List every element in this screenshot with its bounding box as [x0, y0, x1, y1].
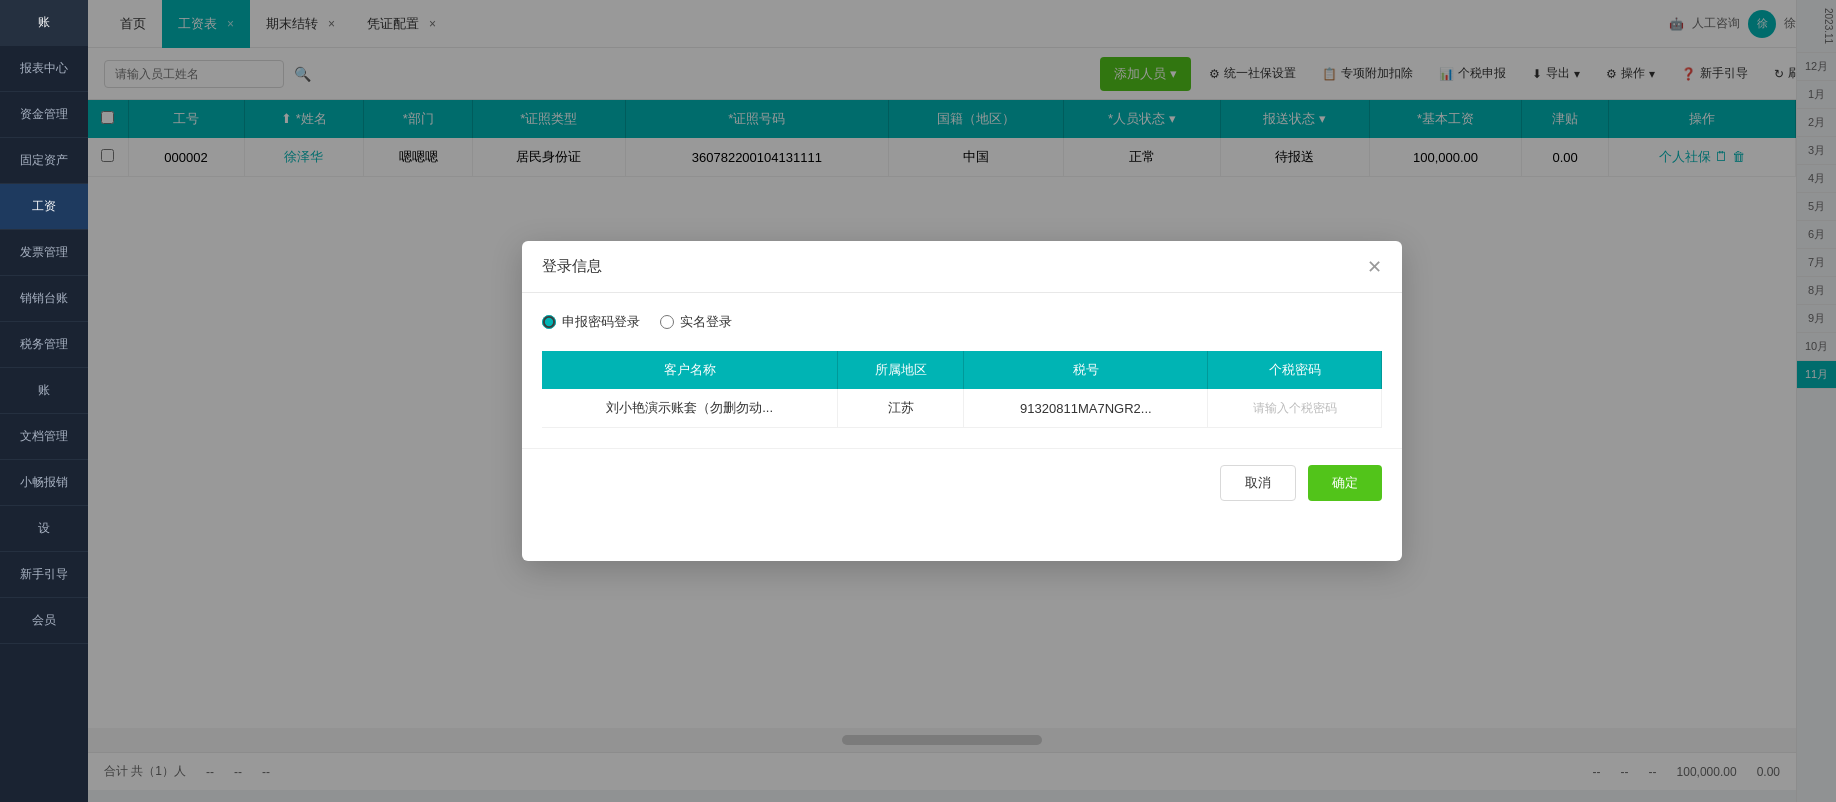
dialog-col-tax-id: 税号 — [964, 351, 1208, 389]
login-dialog: 登录信息 ✕ 申报密码登录 实名登录 — [522, 241, 1402, 561]
dialog-table-row: 刘小艳演示账套（勿删勿动... 江苏 91320811MA7NGR2... 请输… — [542, 389, 1382, 428]
sidebar-item-fixed-assets[interactable]: 固定资产 — [0, 138, 88, 184]
sidebar-item-report-center[interactable]: 报表中心 — [0, 46, 88, 92]
sidebar-item-expense[interactable]: 小畅报销 — [0, 460, 88, 506]
sidebar-item-account[interactable]: 账 — [0, 0, 88, 46]
dialog-overlay: 登录信息 ✕ 申报密码登录 实名登录 — [88, 0, 1836, 802]
dialog-col-client: 客户名称 — [542, 351, 838, 389]
dialog-footer: 取消 确定 — [522, 448, 1402, 517]
sidebar-item-doc-mgmt[interactable]: 文档管理 — [0, 414, 88, 460]
dialog-col-region: 所属地区 — [838, 351, 964, 389]
dialog-body: 申报密码登录 实名登录 客户名称 所属地区 税号 个税密码 — [522, 293, 1402, 448]
confirm-button[interactable]: 确定 — [1308, 465, 1382, 501]
sidebar-item-sales-ledger[interactable]: 销销台账 — [0, 276, 88, 322]
dialog-cell-password[interactable]: 请输入个税密码 — [1208, 389, 1382, 428]
main-area: 首页 工资表 × 期末结转 × 凭证配置 × 🤖 人工咨询 徐 徐泽华 🔍 添加… — [88, 0, 1836, 802]
dialog-cell-tax-id: 91320811MA7NGR2... — [964, 389, 1208, 428]
sidebar-item-settings[interactable]: 设 — [0, 506, 88, 552]
dialog-cell-client-name: 刘小艳演示账套（勿删勿动... — [542, 389, 838, 428]
dialog-col-password: 个税密码 — [1208, 351, 1382, 389]
sidebar-item-guide[interactable]: 新手引导 — [0, 552, 88, 598]
login-type-radio-group: 申报密码登录 实名登录 — [542, 313, 1382, 331]
dialog-cell-region: 江苏 — [838, 389, 964, 428]
radio-realname-input[interactable] — [660, 315, 674, 329]
sidebar-item-tax-mgmt[interactable]: 税务管理 — [0, 322, 88, 368]
sidebar-item-fund-mgmt[interactable]: 资金管理 — [0, 92, 88, 138]
radio-password-input[interactable] — [542, 315, 556, 329]
radio-password-login[interactable]: 申报密码登录 — [542, 313, 640, 331]
dialog-close-button[interactable]: ✕ — [1367, 258, 1382, 276]
dialog-title: 登录信息 — [542, 257, 602, 276]
sidebar-item-account2[interactable]: 账 — [0, 368, 88, 414]
cancel-button[interactable]: 取消 — [1220, 465, 1296, 501]
sidebar: 账 报表中心 资金管理 固定资产 工资 发票管理 销销台账 税务管理 账 文档管… — [0, 0, 88, 802]
sidebar-item-member[interactable]: 会员 — [0, 598, 88, 644]
sidebar-item-invoice-mgmt[interactable]: 发票管理 — [0, 230, 88, 276]
dialog-header: 登录信息 ✕ — [522, 241, 1402, 293]
dialog-client-table: 客户名称 所属地区 税号 个税密码 刘小艳演示账套（勿删勿动... 江苏 913… — [542, 351, 1382, 428]
radio-realname-login[interactable]: 实名登录 — [660, 313, 732, 331]
sidebar-item-salary[interactable]: 工资 — [0, 184, 88, 230]
